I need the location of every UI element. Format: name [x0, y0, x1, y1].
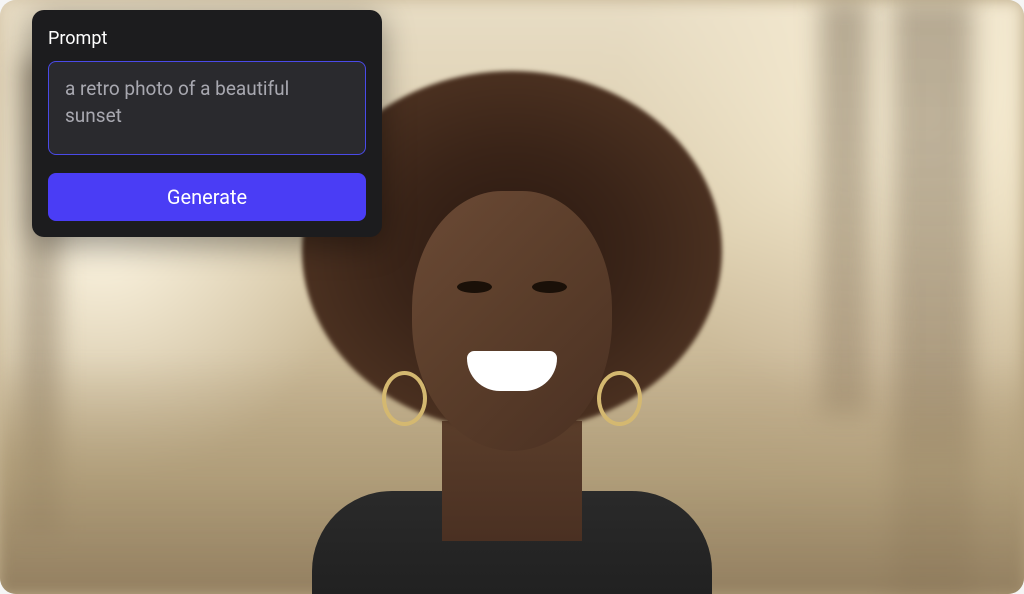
image-canvas: Prompt Generate — [0, 0, 1024, 594]
prompt-panel: Prompt Generate — [32, 10, 382, 237]
bg-tree — [820, 0, 870, 416]
generate-button[interactable]: Generate — [48, 173, 366, 221]
prompt-label: Prompt — [48, 28, 366, 49]
prompt-input[interactable] — [48, 61, 366, 155]
